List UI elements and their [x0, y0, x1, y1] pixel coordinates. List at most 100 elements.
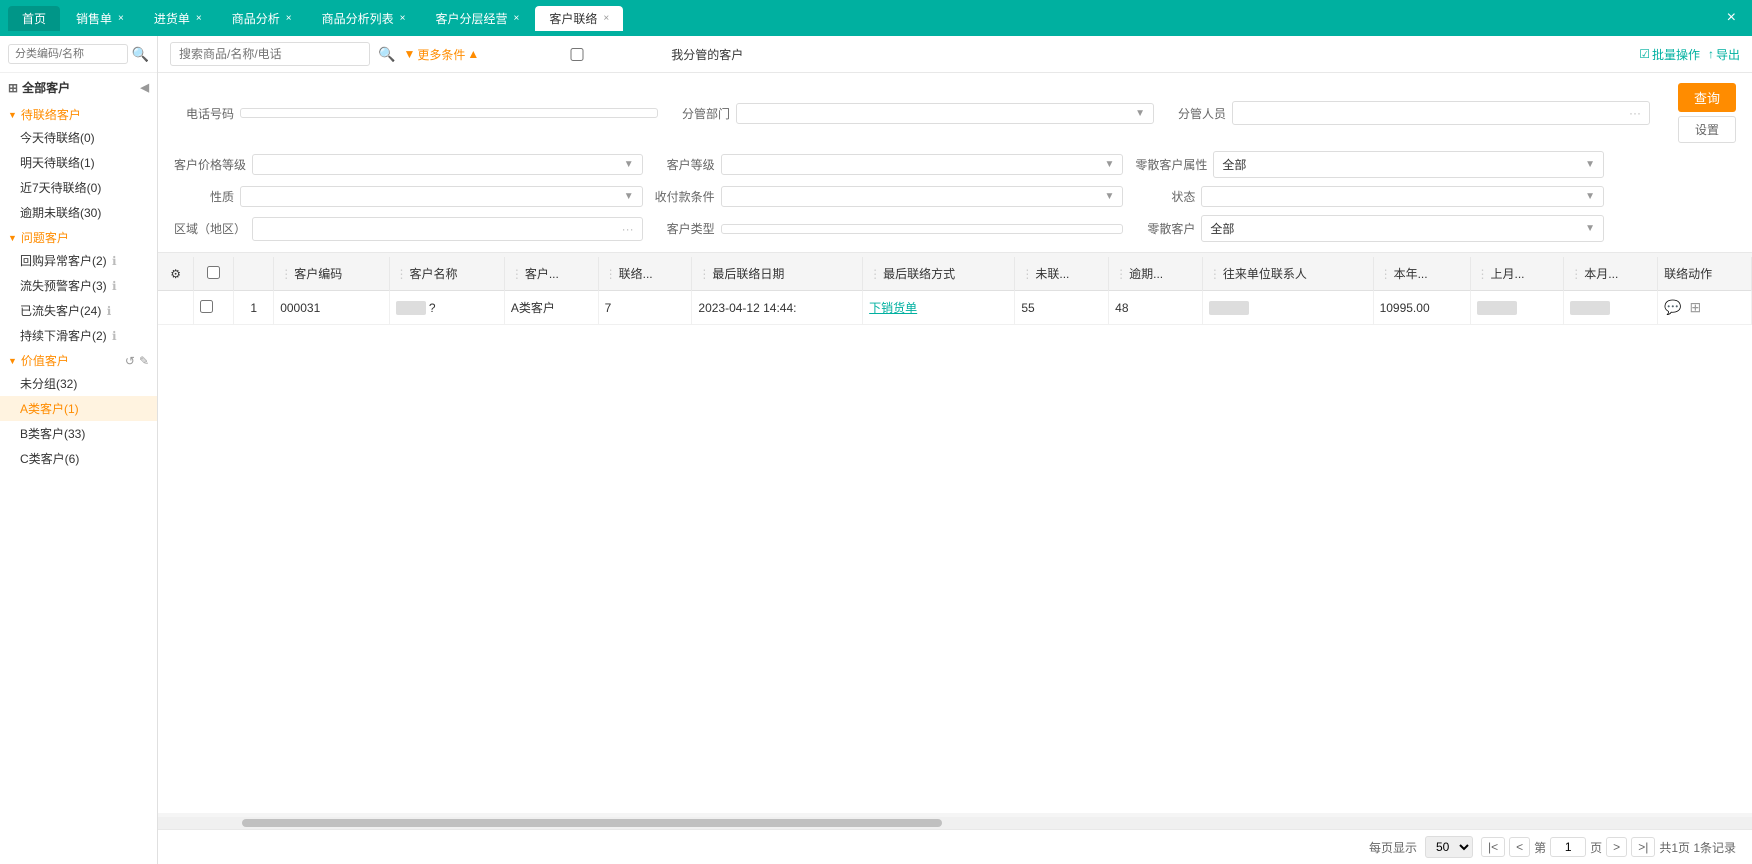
next-page-button[interactable]: > [1606, 837, 1627, 857]
sidebar-item-a-class[interactable]: A类客户(1) [0, 396, 157, 421]
scroll-thumb[interactable] [242, 819, 942, 827]
td-checkbox[interactable] [194, 291, 234, 325]
batch-op-button[interactable]: ☑ 批量操作 [1639, 46, 1700, 63]
my-customers-checkbox-label[interactable]: 我分管的客户 [487, 46, 743, 63]
dept-label: 分管部门 [670, 105, 730, 122]
customer-type-input[interactable] [721, 224, 1124, 234]
th-last-contact-date[interactable]: ⋮ 最后联络日期 [692, 257, 863, 291]
tab-customer-segment-close[interactable]: × [513, 13, 519, 24]
th-last-contact-method[interactable]: ⋮ 最后联络方式 [863, 257, 1015, 291]
last-method-label: 最后联络方式 [883, 265, 955, 282]
region-input[interactable]: ··· [252, 217, 643, 241]
qr-icon[interactable]: ⊞ [1690, 299, 1702, 316]
retail-attr-select[interactable]: 全部 ▼ [1213, 151, 1604, 178]
first-page-button[interactable]: |< [1481, 837, 1505, 857]
per-page-select[interactable]: 50 [1425, 836, 1473, 858]
sidebar-item-tomorrow[interactable]: 明天待联络(1) [0, 150, 157, 175]
th-this-month[interactable]: ⋮ 本月... [1564, 257, 1658, 291]
value-group-text[interactable]: 价值客户 [21, 352, 69, 369]
unit-contact-label: 往来单位联系人 [1223, 265, 1307, 282]
close-all-tabs-button[interactable]: × [1719, 5, 1744, 31]
sidebar-item-declining[interactable]: 持续下滑客户(2) ℹ [0, 323, 157, 348]
table-horizontal-scrollbar[interactable] [158, 817, 1752, 829]
sidebar-item-churn-warning[interactable]: 流失预警客户(3) ℹ [0, 273, 157, 298]
th-code[interactable]: ⋮ 客户编码 [274, 257, 389, 291]
chat-icon[interactable]: 💬 [1664, 299, 1681, 316]
contact-col-separator: ⋮ [605, 267, 617, 281]
tab-customer-segment[interactable]: 客户分层经营 × [421, 6, 533, 31]
sidebar-search-icon[interactable]: 🔍 [132, 46, 149, 63]
advanced-filter-panel: 电话号码 分管部门 ▼ 分管人员 ··· 查询 设置 [158, 73, 1752, 253]
row-last-method[interactable]: 下销货单 [869, 301, 917, 315]
tab-customer-contact-close[interactable]: × [603, 13, 609, 24]
dept-select[interactable]: ▼ [736, 103, 1154, 124]
sidebar-item-7days[interactable]: 近7天待联络(0) [0, 175, 157, 200]
th-last-month[interactable]: ⋮ 上月... [1470, 257, 1564, 291]
problem-triangle: ▼ [8, 233, 17, 243]
tab-analysis-list[interactable]: 商品分析列表 × [308, 6, 420, 31]
retail-customer-select[interactable]: 全部 ▼ [1201, 215, 1604, 242]
pagination-nav: |< < 页 第 页 > >| 共1页 1条记录 [1481, 837, 1736, 857]
problem-group-label[interactable]: ▼ 问题客户 [0, 225, 157, 248]
sidebar-item-c-class[interactable]: C类客户(6) [0, 446, 157, 471]
info-icon-declining: ℹ [112, 329, 117, 343]
tab-home[interactable]: 首页 [8, 6, 60, 31]
person-input[interactable]: ··· [1232, 101, 1650, 125]
select-all-checkbox[interactable] [207, 266, 220, 279]
prev-page-button[interactable]: < [1509, 837, 1530, 857]
tab-purchase-close[interactable]: × [196, 13, 202, 24]
my-customers-checkbox[interactable] [487, 48, 667, 61]
settings-button[interactable]: 设置 [1678, 116, 1736, 143]
sidebar-item-today[interactable]: 今天待联络(0) [0, 125, 157, 150]
th-type[interactable]: ⋮ 客户... [504, 257, 598, 291]
th-overdue[interactable]: ⋮ 逾期... [1109, 257, 1203, 291]
sidebar-item-b-class[interactable]: B类客户(33) [0, 421, 157, 446]
sidebar-item-churned[interactable]: 已流失客户(24) ℹ [0, 298, 157, 323]
tab-purchase[interactable]: 进货单 × [140, 6, 216, 31]
filter-customer-type: 客户类型 [655, 220, 1124, 237]
th-this-year[interactable]: ⋮ 本年... [1373, 257, 1470, 291]
last-page-button[interactable]: >| [1631, 837, 1655, 857]
price-grade-select[interactable]: ▼ [252, 154, 643, 175]
th-gear[interactable]: ⚙ [158, 257, 194, 291]
phone-input[interactable] [240, 108, 658, 118]
th-name[interactable]: ⋮ 客户名称 [389, 257, 504, 291]
tab-customer-contact[interactable]: 客户联络 × [535, 6, 623, 31]
tab-sales-close[interactable]: × [118, 13, 124, 24]
row-checkbox[interactable] [200, 300, 213, 313]
filter-phone: 电话号码 [174, 105, 658, 122]
filter-search-icon[interactable]: 🔍 [378, 46, 395, 63]
search-input[interactable] [170, 42, 370, 66]
nature-select[interactable]: ▼ [240, 186, 643, 207]
page-number-input[interactable] [1550, 837, 1586, 857]
refresh-icon[interactable]: ↺ [125, 354, 135, 368]
grade-select[interactable]: ▼ [721, 154, 1124, 175]
query-button[interactable]: 查询 [1678, 83, 1736, 112]
tab-analysis[interactable]: 商品分析 × [218, 6, 306, 31]
tab-sales[interactable]: 销售单 × [62, 6, 138, 31]
per-page-label: 每页显示 [1369, 839, 1417, 856]
tab-analysis-list-close[interactable]: × [400, 13, 406, 24]
gear-icon[interactable]: ⚙ [170, 267, 181, 281]
row-code: 000031 [280, 301, 320, 315]
more-conditions-button[interactable]: ▼ 更多条件 ▲ [403, 46, 479, 63]
tab-analysis-close[interactable]: × [286, 13, 292, 24]
th-checkbox[interactable] [194, 257, 234, 291]
edit-icon[interactable]: ✎ [139, 354, 149, 368]
td-last-contact-date: 2023-04-12 14:44: [692, 291, 863, 325]
th-uncontacted[interactable]: ⋮ 未联... [1015, 257, 1109, 291]
th-unit-contact[interactable]: ⋮ 往来单位联系人 [1202, 257, 1373, 291]
status-select[interactable]: ▼ [1201, 186, 1604, 207]
sidebar-item-overdue[interactable]: 逾期未联络(30) [0, 200, 157, 225]
sidebar-search-input[interactable] [8, 44, 128, 64]
contact-col-label: 联络... [619, 265, 653, 282]
sidebar-item-repurchase-anomaly[interactable]: 回购异常客户(2) ℹ [0, 248, 157, 273]
pending-group-label[interactable]: ▼ 待联络客户 [0, 102, 157, 125]
sidebar-item-ungrouped[interactable]: 未分组(32) [0, 371, 157, 396]
export-button[interactable]: ↑ 导出 [1708, 46, 1740, 63]
retail-attr-value: 全部 [1222, 156, 1246, 173]
all-customers-header[interactable]: ⊞ 全部客户 ◀ [0, 73, 157, 102]
payment-select[interactable]: ▼ [721, 186, 1124, 207]
th-contact[interactable]: ⋮ 联络... [598, 257, 692, 291]
sidebar-collapse-btn[interactable]: ◀ [141, 81, 149, 94]
